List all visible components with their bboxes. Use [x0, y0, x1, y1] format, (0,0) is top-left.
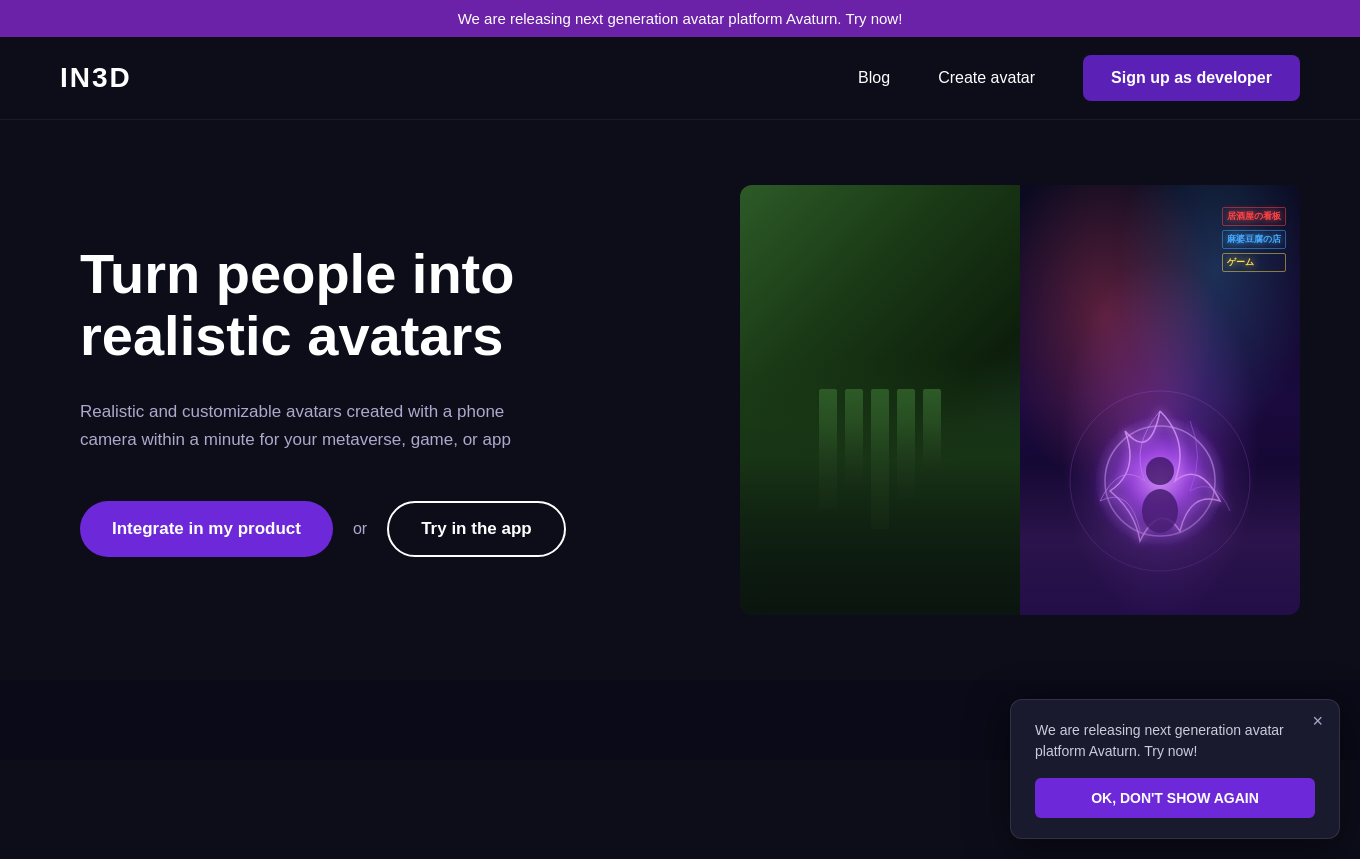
popup-text: We are releasing next generation avatar …: [1035, 720, 1315, 762]
navigation: IN3D Blog Create avatar Sign up as devel…: [0, 37, 1360, 120]
popup: × We are releasing next generation avata…: [1010, 699, 1340, 839]
neon-city-scene: 居酒屋の看板 麻婆豆腐の店 ゲーム: [1020, 185, 1300, 615]
nav-links: Blog Create avatar Sign up as developer: [858, 55, 1300, 101]
hero-title: Turn people into realistic avatars: [80, 243, 629, 366]
ground-overlay: [740, 422, 1020, 616]
logo[interactable]: IN3D: [60, 62, 132, 94]
neon-sign-1: 居酒屋の看板: [1222, 207, 1286, 226]
ground-reflection: [1020, 465, 1300, 616]
hero-subtitle: Realistic and customizable avatars creat…: [80, 398, 560, 452]
neon-sign-2: 麻婆豆腐の店: [1222, 230, 1286, 249]
hero-section: Turn people into realistic avatars Reali…: [0, 120, 1360, 680]
logo-text: IN3D: [60, 62, 132, 94]
hero-content: Turn people into realistic avatars Reali…: [80, 243, 629, 557]
hero-image-container: 居酒屋の看板 麻婆豆腐の店 ゲーム: [740, 185, 1300, 615]
popup-close-button[interactable]: ×: [1312, 712, 1323, 730]
signup-developer-button[interactable]: Sign up as developer: [1083, 55, 1300, 101]
hero-buttons: Integrate in my product or Try in the ap…: [80, 501, 629, 557]
try-app-button[interactable]: Try in the app: [387, 501, 566, 557]
or-separator: or: [353, 520, 367, 538]
neon-signs: 居酒屋の看板 麻婆豆腐の店 ゲーム: [1222, 207, 1286, 272]
integrate-button[interactable]: Integrate in my product: [80, 501, 333, 557]
nav-link-blog[interactable]: Blog: [858, 69, 890, 87]
hero-image: 居酒屋の看板 麻婆豆腐の店 ゲーム: [669, 185, 1300, 615]
popup-overlay: × We are releasing next generation avata…: [1010, 699, 1340, 839]
nav-link-create-avatar[interactable]: Create avatar: [938, 69, 1035, 87]
announcement-text: We are releasing next generation avatar …: [458, 10, 903, 27]
neon-sign-3: ゲーム: [1222, 253, 1286, 272]
popup-ok-button[interactable]: OK, DON'T SHOW AGAIN: [1035, 778, 1315, 818]
park-scene: [740, 185, 1020, 615]
announcement-banner[interactable]: We are releasing next generation avatar …: [0, 0, 1360, 37]
